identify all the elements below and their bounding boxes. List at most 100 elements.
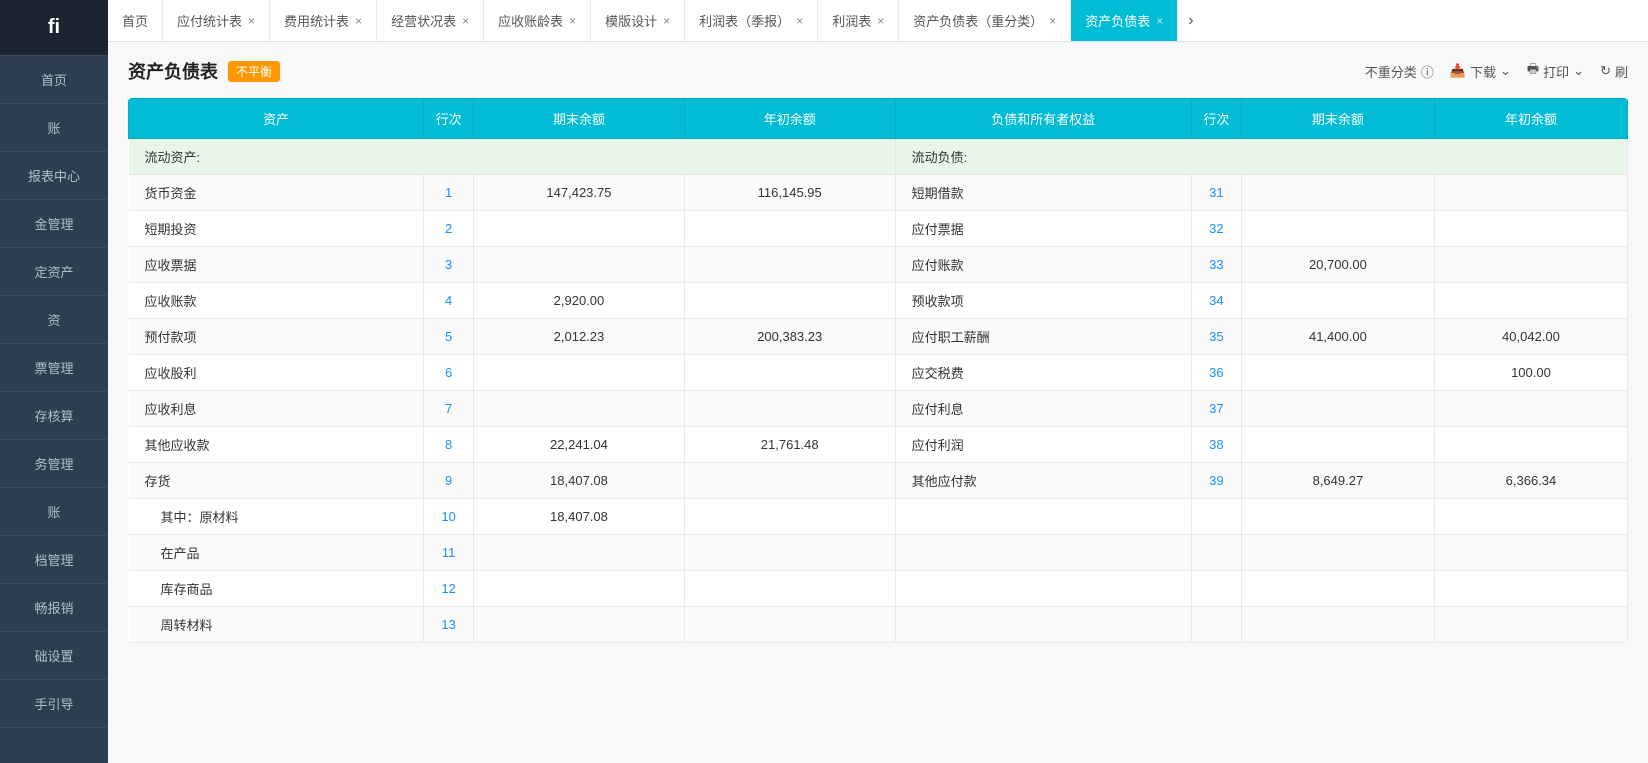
cell-seq2 [1191,607,1241,643]
page-header: 资产负债表 不平衡 不重分类 ⓘ 📥 下载 ⌄ 🖶 打印 ⌄ [128,58,1628,84]
sidebar-item-invest[interactable]: 资 [0,296,108,344]
table-row: 在产品 11 [129,535,1628,571]
cell-end-balance2: 8,649.27 [1241,463,1434,499]
cell-start-balance2 [1434,427,1627,463]
cell-liability-name: 应付职工薪酬 [895,319,1191,355]
sidebar-item-tax[interactable]: 务管理 [0,440,108,488]
tab-profit[interactable]: 利润表 × [818,0,899,42]
tab-profit-label: 利润表 [832,11,871,30]
cell-end-balance [474,607,685,643]
sidebar-item-guide[interactable]: 手引导 [0,680,108,728]
cell-start-balance2 [1434,499,1627,535]
cell-end-balance2 [1241,499,1434,535]
sidebar-item-ticket[interactable]: 票管理 [0,344,108,392]
cell-end-balance2: 41,400.00 [1241,319,1434,355]
cell-start-balance [684,211,895,247]
tab-aging[interactable]: 应收账龄表 × [484,0,591,42]
cell-start-balance [684,355,895,391]
tab-aging-close[interactable]: × [569,14,576,28]
cell-end-balance2 [1241,355,1434,391]
cell-liability-name: 应付票据 [895,211,1191,247]
sidebar-item-inventory[interactable]: 存核算 [0,392,108,440]
cell-start-balance: 200,383.23 [684,319,895,355]
cell-start-balance2 [1434,211,1627,247]
tab-payable-label: 应付统计表 [177,11,242,30]
sidebar-item-finance[interactable]: 金管理 [0,200,108,248]
table-header-row: 资产 行次 期末余额 年初余额 负债和所有者权益 行次 期末余额 年初余额 [129,99,1628,139]
sidebar-item-asset[interactable]: 定资产 [0,248,108,296]
tab-operation[interactable]: 经营状况表 × [377,0,484,42]
sidebar-item-account[interactable]: 账 [0,104,108,152]
sidebar-item-settings[interactable]: 础设置 [0,632,108,680]
table-row: 周转材料 13 [129,607,1628,643]
tab-balance-reclassified-label: 资产负债表（重分类） [913,11,1043,30]
tab-next-arrow[interactable]: › [1178,0,1203,42]
classify-label: 不重分类 [1365,62,1417,81]
cell-end-balance [474,247,685,283]
tab-expense-close[interactable]: × [355,14,362,28]
cell-end-balance [474,391,685,427]
cell-seq: 2 [424,211,474,247]
cell-seq2 [1191,571,1241,607]
download-button[interactable]: 📥 下载 ⌄ [1450,62,1511,81]
main-area: 首页 应付统计表 × 费用统计表 × 经营状况表 × 应收账龄表 × 模版设计 … [108,0,1648,763]
cell-asset-name: 应收股利 [129,355,424,391]
sidebar-item-report[interactable]: 报表中心 [0,152,108,200]
tab-template[interactable]: 模版设计 × [591,0,685,42]
tab-balance-reclassified[interactable]: 资产负债表（重分类） × [899,0,1071,42]
classify-button[interactable]: 不重分类 ⓘ [1365,62,1434,81]
tab-bar: 首页 应付统计表 × 费用统计表 × 经营状况表 × 应收账龄表 × 模版设计 … [108,0,1648,42]
table-row: 短期投资 2 应付票据 32 [129,211,1628,247]
cell-end-balance2 [1241,607,1434,643]
sidebar-item-expense[interactable]: 畅报销 [0,584,108,632]
refresh-button[interactable]: ↻ 刷 [1600,62,1628,81]
sidebar-item-home[interactable]: 首页 [0,56,108,104]
cell-asset-name: 在产品 [129,535,424,571]
cell-start-balance [684,499,895,535]
tab-profit-quarterly-close[interactable]: × [796,14,803,28]
cell-start-balance2 [1434,391,1627,427]
tab-template-close[interactable]: × [663,14,670,28]
group-liability-label: 流动负债: [895,139,1627,175]
tab-payable[interactable]: 应付统计表 × [163,0,270,42]
tab-balance-close[interactable]: × [1156,14,1163,28]
cell-asset-name: 存货 [129,463,424,499]
page-title: 资产负债表 [128,58,218,84]
sidebar-item-ledger[interactable]: 账 [0,488,108,536]
col-start-balance: 年初余额 [684,99,895,139]
cell-start-balance [684,463,895,499]
cell-asset-name: 周转材料 [129,607,424,643]
cell-end-balance2 [1241,175,1434,211]
cell-seq: 12 [424,571,474,607]
tab-operation-label: 经营状况表 [391,11,456,30]
tab-operation-close[interactable]: × [462,14,469,28]
table-row: 流动资产: 流动负债: [129,139,1628,175]
classify-help-icon[interactable]: ⓘ [1421,62,1434,81]
cell-end-balance: 18,407.08 [474,463,685,499]
refresh-icon: ↻ [1600,63,1611,79]
cell-end-balance [474,571,685,607]
tab-aging-label: 应收账龄表 [498,11,563,30]
tab-balance-reclassified-close[interactable]: × [1049,14,1056,28]
tab-profit-close[interactable]: × [877,14,884,28]
cell-seq: 4 [424,283,474,319]
tab-home[interactable]: 首页 [108,0,163,42]
cell-start-balance [684,391,895,427]
sidebar-item-archive[interactable]: 档管理 [0,536,108,584]
download-icon: 📥 [1450,63,1466,79]
table-row: 应收票据 3 应付账款 33 20,700.00 [129,247,1628,283]
cell-seq2: 38 [1191,427,1241,463]
tab-profit-quarterly[interactable]: 利润表（季报） × [685,0,818,42]
tab-expense[interactable]: 费用统计表 × [270,0,377,42]
tab-payable-close[interactable]: × [248,14,255,28]
cell-asset-name: 应收账款 [129,283,424,319]
cell-end-balance2: 20,700.00 [1241,247,1434,283]
tab-balance[interactable]: 资产负债表 × [1071,0,1178,42]
cell-start-balance [684,607,895,643]
print-button[interactable]: 🖶 打印 ⌄ [1527,60,1584,82]
cell-seq: 10 [424,499,474,535]
content-area: 资产负债表 不平衡 不重分类 ⓘ 📥 下载 ⌄ 🖶 打印 ⌄ [108,42,1648,763]
cell-start-balance2 [1434,283,1627,319]
tab-template-label: 模版设计 [605,11,657,30]
cell-end-balance [474,211,685,247]
